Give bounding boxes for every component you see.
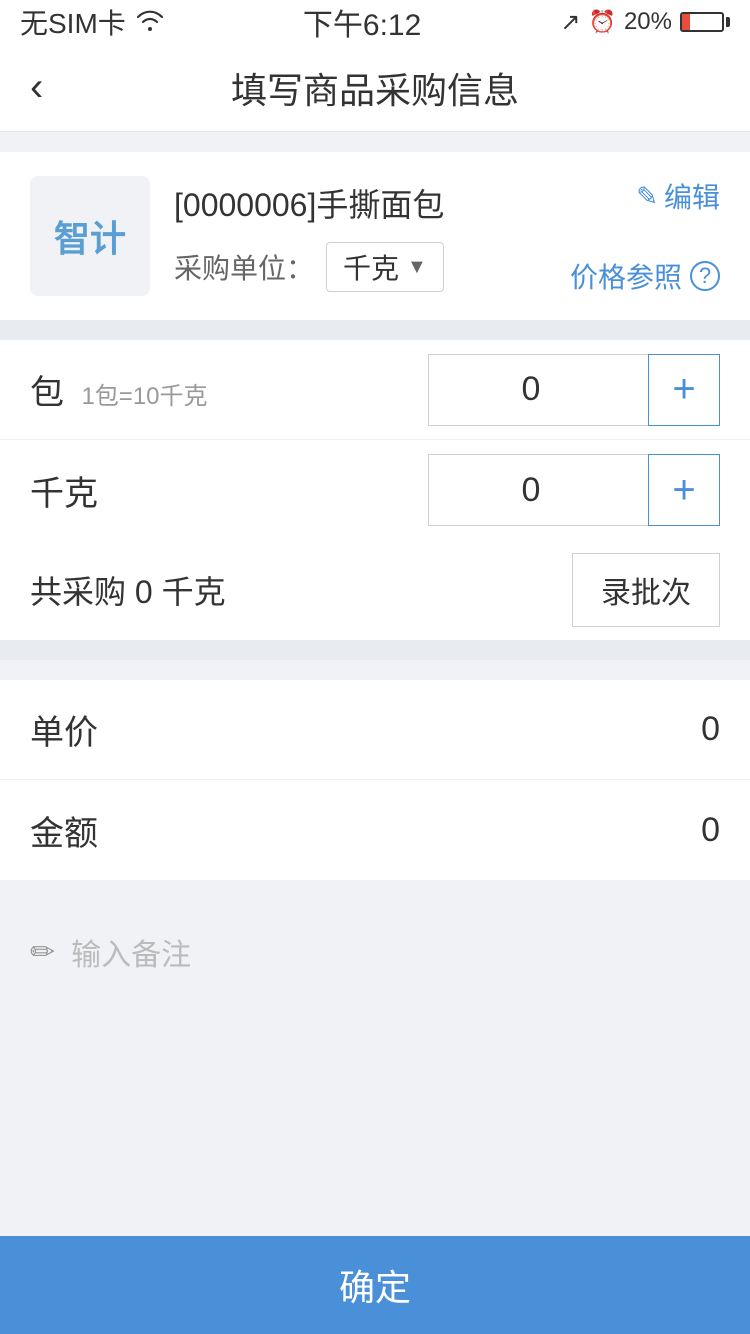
section-divider-1: [0, 320, 750, 340]
bao-plus-button[interactable]: +: [648, 354, 720, 426]
summary-row: 共采购 0 千克 录批次: [0, 540, 750, 640]
location-icon: ↗: [560, 8, 580, 37]
help-icon: ?: [690, 261, 720, 291]
note-placeholder: 输入备注: [71, 930, 191, 974]
bao-label: 包 1包=10千克: [30, 365, 428, 414]
kg-input-row: 千克 +: [0, 440, 750, 540]
product-logo: 智计: [54, 210, 126, 262]
edit-icon: ✎: [636, 181, 658, 212]
page-title: 填写商品采购信息: [231, 62, 519, 114]
status-left: 无SIM卡: [20, 2, 164, 42]
input-section: 包 1包=10千克 + 千克 +: [0, 340, 750, 540]
kg-input-wrap: +: [428, 454, 720, 526]
batch-button[interactable]: 录批次: [572, 553, 720, 627]
product-thumbnail: 智计: [30, 176, 150, 296]
status-right: ↗ ⏰ 20%: [560, 8, 730, 37]
amount-label: 金额: [30, 806, 701, 855]
bao-sub: 1包=10千克: [81, 383, 207, 410]
chevron-down-icon: ▼: [407, 256, 427, 279]
edit-label: 编辑: [664, 176, 720, 216]
pencil-icon: ✏: [30, 935, 55, 970]
summary-text: 共采购 0 千克: [30, 567, 572, 613]
status-bar: 无SIM卡 下午6:12 ↗ ⏰ 20%: [0, 0, 750, 44]
bao-input-row: 包 1包=10千克 +: [0, 340, 750, 440]
unit-select[interactable]: 千克 ▼: [326, 242, 444, 292]
bao-input-wrap: +: [428, 354, 720, 426]
battery-percent: 20%: [624, 8, 672, 36]
price-reference-button[interactable]: 价格参照 ?: [570, 256, 720, 296]
carrier-text: 无SIM卡: [20, 2, 126, 42]
section-divider-2: [0, 640, 750, 660]
product-card: 智计 [0000006]手撕面包 采购单位： 千克 ▼ ✎ 编辑 价格参照 ?: [0, 152, 750, 320]
wifi-icon: [136, 6, 164, 38]
unit-price-label: 单价: [30, 705, 701, 754]
unit-label: 采购单位：: [174, 247, 314, 287]
note-section[interactable]: ✏ 输入备注: [0, 900, 750, 1004]
price-ref-label: 价格参照: [570, 256, 682, 296]
kg-input[interactable]: [428, 454, 648, 526]
bao-input[interactable]: [428, 354, 648, 426]
kg-label: 千克: [30, 466, 428, 515]
price-section: 单价 0 金额 0: [0, 680, 750, 880]
nav-bar: ‹ 填写商品采购信息: [0, 44, 750, 132]
back-button[interactable]: ‹: [30, 65, 43, 110]
unit-value: 千克: [343, 247, 399, 287]
unit-price-value: 0: [701, 710, 720, 749]
amount-row: 金额 0: [0, 780, 750, 880]
unit-price-row: 单价 0: [0, 680, 750, 780]
alarm-icon: ⏰: [589, 9, 616, 35]
kg-plus-button[interactable]: +: [648, 454, 720, 526]
status-time: 下午6:12: [303, 0, 421, 44]
edit-button[interactable]: ✎ 编辑: [636, 176, 720, 216]
amount-value: 0: [701, 811, 720, 850]
battery-indicator: [680, 12, 730, 32]
confirm-button[interactable]: 确定: [0, 1236, 750, 1334]
